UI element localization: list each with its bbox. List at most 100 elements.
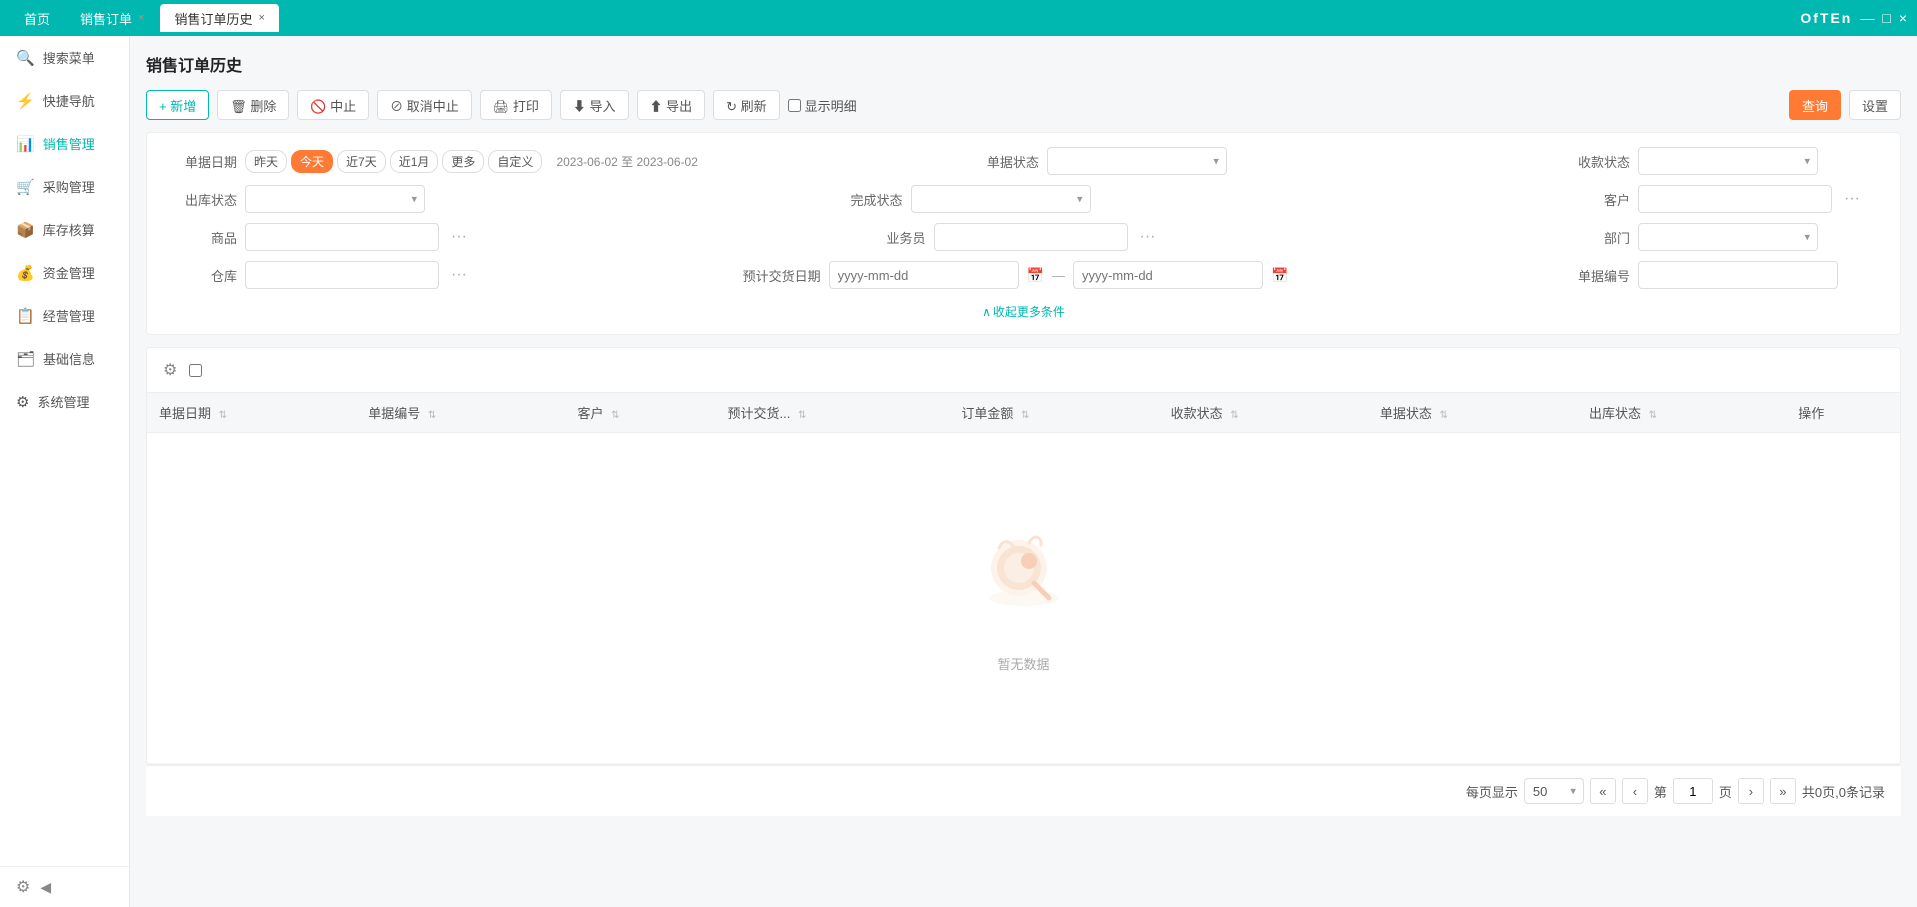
sidebar: 🔍 搜索菜单 ⚡ 快捷导航 📊 销售管理 🛒 采购管理 📦 库存核算 💰 资金管…: [0, 36, 130, 907]
customer-dots-btn[interactable]: ···: [1840, 190, 1864, 208]
search-menu-icon: 🔍: [16, 49, 35, 67]
next-page-btn[interactable]: ›: [1738, 778, 1764, 804]
date-filter-label: 单据日期: [167, 152, 237, 171]
date-pill-yesterday[interactable]: 昨天: [245, 150, 287, 173]
out-status-label: 出库状态: [167, 190, 237, 209]
empty-state-row: 暂无数据: [147, 433, 1900, 764]
table-body: 暂无数据: [147, 433, 1900, 764]
doc-status-select[interactable]: [1047, 147, 1227, 175]
sidebar-item-search-menu[interactable]: 🔍 搜索菜单: [0, 36, 129, 79]
delivery-start-input[interactable]: [829, 261, 1019, 289]
goods-dots-btn[interactable]: ···: [447, 228, 471, 246]
prev-page-btn[interactable]: ‹: [1622, 778, 1648, 804]
col-doc-status-label: 单据状态: [1380, 406, 1432, 421]
last-page-btn[interactable]: »: [1770, 778, 1796, 804]
window-restore[interactable]: □: [1882, 10, 1890, 26]
col-delivery-date[interactable]: 预计交货... ⇅: [716, 393, 950, 433]
sidebar-item-inventory[interactable]: 📦 库存核算: [0, 208, 129, 251]
salesman-dots-btn[interactable]: ···: [1136, 228, 1160, 246]
export-button[interactable]: ⬆ 导出: [637, 90, 706, 120]
goods-input[interactable]: [245, 223, 439, 251]
main-layout: 🔍 搜索菜单 ⚡ 快捷导航 📊 销售管理 🛒 采购管理 📦 库存核算 💰 资金管…: [0, 36, 1917, 907]
col-doc-status[interactable]: 单据状态 ⇅: [1368, 393, 1577, 433]
show-detail-checkbox[interactable]: [788, 99, 801, 112]
sidebar-item-quick-nav[interactable]: ⚡ 快捷导航: [0, 79, 129, 122]
cancel-stop-button[interactable]: ⊘ 取消中止: [377, 90, 472, 120]
calendar-start-icon[interactable]: 📅: [1027, 267, 1044, 284]
goods-group: 商品 ···: [167, 223, 471, 251]
page-title: 销售订单历史: [146, 52, 1901, 76]
date-pills: 昨天 今天 近7天 近1月 更多 自定义: [245, 150, 542, 173]
table-settings-btn[interactable]: ⚙: [159, 356, 181, 384]
new-button[interactable]: + 新增: [146, 90, 209, 120]
window-close[interactable]: ×: [1899, 10, 1907, 26]
date-pill-today[interactable]: 今天: [291, 150, 333, 173]
tab-sales-order[interactable]: 销售订单 ×: [66, 4, 158, 32]
receipt-status-select-wrapper: [1638, 147, 1818, 175]
stop-button[interactable]: 🚫 中止: [297, 90, 369, 120]
filter-row-4: 仓库 ··· 预计交货日期 📅 — 📅 单据编号: [167, 261, 1880, 289]
tab-sales-order-history-label: 销售订单历史: [174, 9, 252, 28]
receipt-status-select[interactable]: [1638, 147, 1818, 175]
col-amount[interactable]: 订单金额 ⇅: [949, 393, 1158, 433]
refresh-button[interactable]: ↻ 刷新: [713, 90, 780, 120]
settings-button[interactable]: 设置: [1849, 90, 1901, 120]
print-button[interactable]: 🖨 打印: [480, 90, 552, 120]
page-input[interactable]: [1673, 778, 1713, 804]
col-out-status[interactable]: 出库状态 ⇅: [1577, 393, 1786, 433]
empty-state-cell: 暂无数据: [147, 433, 1900, 764]
complete-status-group: 完成状态: [833, 185, 1153, 213]
tab-home[interactable]: 首页: [10, 4, 64, 32]
sidebar-item-base-info[interactable]: 🗂 基础信息: [0, 337, 129, 380]
doc-number-input[interactable]: [1638, 261, 1838, 289]
out-status-select[interactable]: [245, 185, 425, 213]
window-minimize[interactable]: —: [1860, 10, 1874, 26]
select-all-checkbox[interactable]: [189, 364, 202, 377]
sidebar-item-finance[interactable]: 💰 资金管理: [0, 251, 129, 294]
sidebar-item-purchase-mgmt[interactable]: 🛒 采购管理: [0, 165, 129, 208]
per-page-select[interactable]: 50 10 20 100: [1524, 778, 1584, 804]
sidebar-settings-icon[interactable]: ⚙: [16, 877, 30, 897]
table-header-row: 单据日期 ⇅ 单据编号 ⇅ 客户 ⇅ 预计交货...: [147, 393, 1900, 433]
col-receipt-status[interactable]: 收款状态 ⇅: [1159, 393, 1368, 433]
dept-select[interactable]: [1638, 223, 1818, 251]
sidebar-collapse-icon[interactable]: ◀: [40, 879, 51, 896]
delivery-end-input[interactable]: [1073, 261, 1263, 289]
table-wrapper: ⚙ 单据日期 ⇅ 单据编号 ⇅ 客户: [146, 347, 1901, 765]
col-number[interactable]: 单据编号 ⇅: [356, 393, 565, 433]
customer-input[interactable]: [1638, 185, 1832, 213]
date-pill-more[interactable]: 更多: [442, 150, 484, 173]
salesman-input[interactable]: [934, 223, 1128, 251]
col-doc-status-sort-icon: ⇅: [1439, 410, 1447, 421]
sidebar-item-sales-mgmt[interactable]: 📊 销售管理: [0, 122, 129, 165]
date-pill-custom[interactable]: 自定义: [488, 150, 542, 173]
sidebar-item-sys-mgmt[interactable]: ⚙ 系统管理: [0, 380, 129, 423]
tab-sales-order-history[interactable]: 销售订单历史 ×: [160, 4, 278, 32]
calendar-end-icon[interactable]: 📅: [1271, 267, 1288, 284]
date-pill-7days[interactable]: 近7天: [337, 150, 386, 173]
col-customer[interactable]: 客户 ⇅: [565, 393, 715, 433]
warehouse-dots-btn[interactable]: ···: [447, 266, 471, 284]
date-pill-1month[interactable]: 近1月: [390, 150, 439, 173]
sidebar-item-ops-mgmt[interactable]: 📋 经营管理: [0, 294, 129, 337]
salesman-label: 业务员: [856, 228, 926, 247]
delete-button[interactable]: 🗑 删除: [217, 90, 289, 120]
col-date[interactable]: 单据日期 ⇅: [147, 393, 356, 433]
tab-sales-order-close[interactable]: ×: [138, 12, 144, 24]
collapse-btn[interactable]: ∧ 收起更多条件: [982, 303, 1065, 320]
inventory-icon: 📦: [16, 221, 35, 239]
import-button[interactable]: ⬇ 导入: [560, 90, 629, 120]
base-info-icon: 🗂: [16, 350, 35, 368]
query-button[interactable]: 查询: [1789, 90, 1841, 120]
col-amount-sort-icon: ⇅: [1021, 410, 1029, 421]
date-range-text: 2023-06-02 至 2023-06-02: [556, 153, 697, 170]
data-table: 单据日期 ⇅ 单据编号 ⇅ 客户 ⇅ 预计交货...: [147, 393, 1900, 764]
col-action-label: 操作: [1798, 406, 1824, 421]
warehouse-input[interactable]: [245, 261, 439, 289]
col-number-sort-icon: ⇅: [428, 410, 436, 421]
tab-sales-order-history-close[interactable]: ×: [258, 12, 264, 24]
first-page-btn[interactable]: «: [1590, 778, 1616, 804]
doc-number-group: 单据编号: [1560, 261, 1880, 289]
complete-status-select[interactable]: [911, 185, 1091, 213]
filter-row-3: 商品 ··· 业务员 ··· 部门: [167, 223, 1880, 251]
